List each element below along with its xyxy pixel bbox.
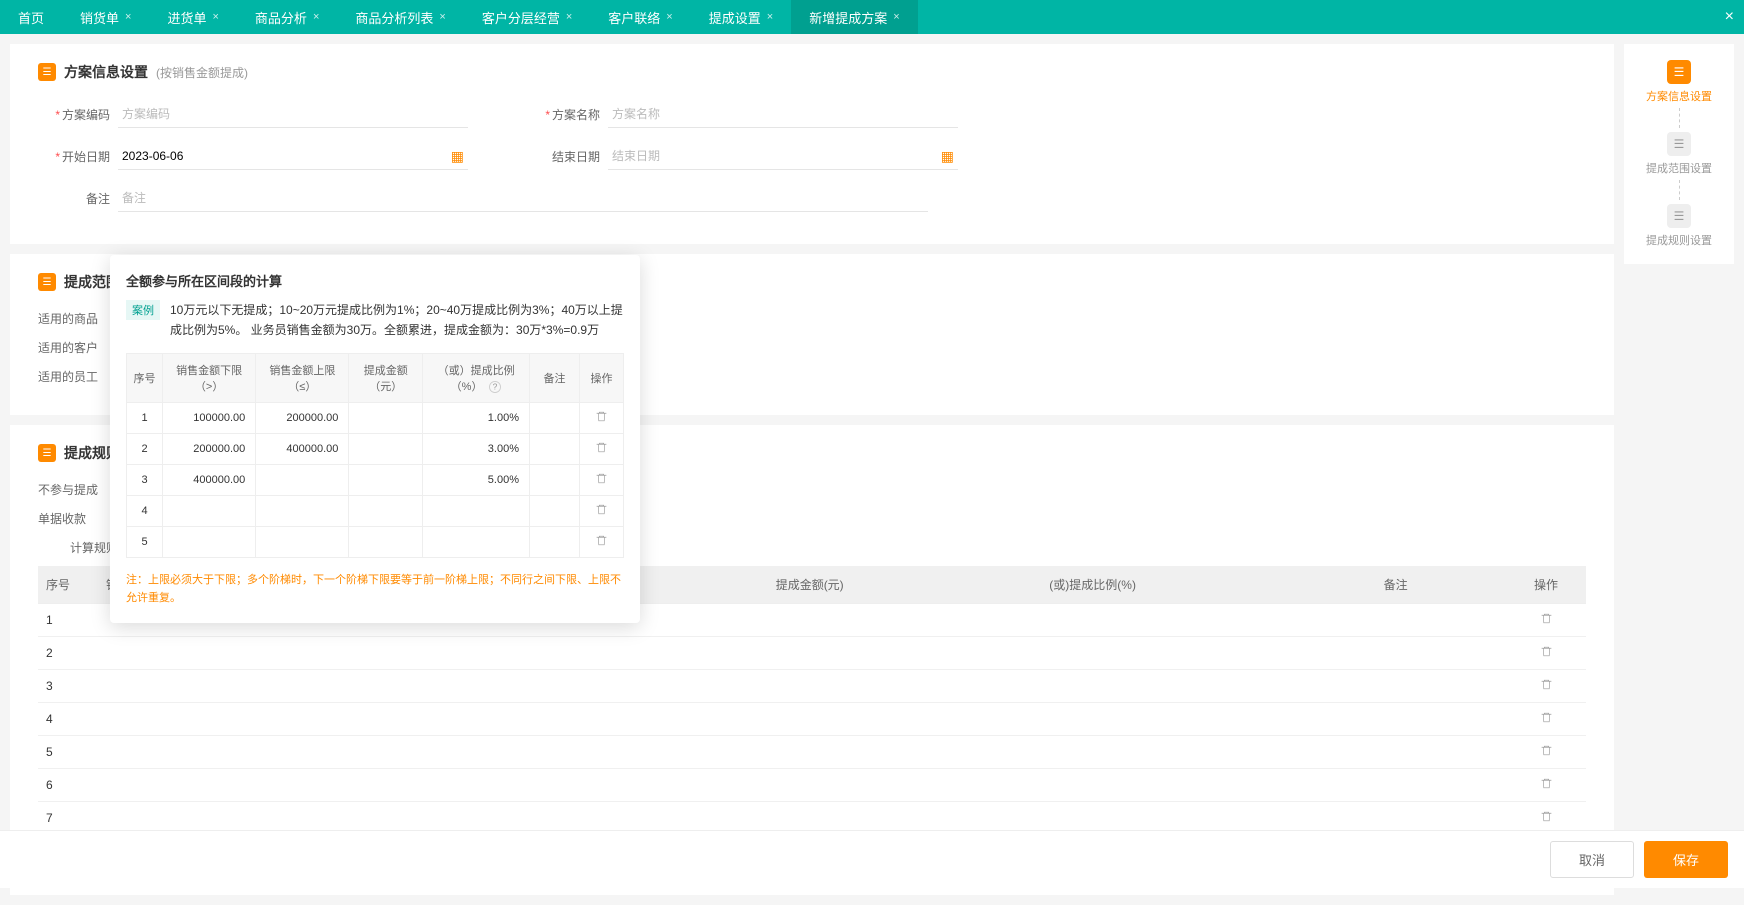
pcol-seq: 序号 [127,353,163,403]
anchor-rule[interactable]: ☰ 提成规则设置 [1646,204,1712,248]
delete-icon[interactable] [1540,646,1553,661]
popup-note: 注：上限必须大于下限；多个阶梯时，下一个阶梯下限要等于前一阶梯上限；不同行之间下… [126,572,624,607]
close-icon[interactable]: × [666,11,672,23]
tab-add-commission-plan[interactable]: 新增提成方案× [791,0,917,34]
anchor-icon: ☰ [1667,60,1691,84]
remark-input[interactable] [118,184,928,212]
pcol-lower: 销售金额下限（>） [163,353,256,403]
table-row[interactable]: 6 [38,769,1586,802]
pcol-ratio: （或）提成比例（%） ? [423,353,530,403]
panel-icon: ☰ [38,273,56,291]
panel-plan-info: ☰ 方案信息设置 (按销售金额提成) *方案编码 *方案名称 *开始日期 [10,44,1614,244]
calculation-help-popup: 全额参与所在区间段的计算 案例 10万元以下无提成；10~20万元提成比例为1%… [110,255,640,623]
col-remark: 备注 [1376,566,1506,604]
panel-title: 方案信息设置 [64,62,148,82]
delete-icon[interactable] [595,504,608,519]
tab-customer-tier[interactable]: 客户分层经营× [464,0,590,34]
col-action: 操作 [1506,566,1586,604]
footer-bar: 取消 保存 [0,830,1744,888]
popup-example-table: 序号 销售金额下限（>） 销售金额上限（≤） 提成金额（元） （或）提成比例（%… [126,353,624,559]
table-row: 1100000.00200000.001.00% [127,403,624,434]
panel-subtitle: (按销售金额提成) [156,64,248,81]
pcol-amount: 提成金额（元） [349,353,423,403]
popup-title: 全额参与所在区间段的计算 [126,271,624,290]
delete-icon[interactable] [1540,679,1553,694]
example-tag: 案例 [126,300,160,320]
col-amount: 提成金额(元) [768,566,1042,604]
delete-icon[interactable] [1540,613,1553,628]
close-icon[interactable]: × [893,11,899,23]
tab-sales-order[interactable]: 销货单× [62,0,149,34]
delete-icon[interactable] [595,473,608,488]
tab-product-analysis-list[interactable]: 商品分析列表× [337,0,463,34]
panel-icon: ☰ [38,63,56,81]
end-date-input[interactable] [608,142,958,170]
example-text: 10万元以下无提成；10~20万元提成比例为1%；20~40万提成比例为3%；4… [170,300,624,341]
anchor-icon: ☰ [1667,204,1691,228]
tab-customer-contact[interactable]: 客户联络× [590,0,690,34]
anchor-plan-info[interactable]: ☰ 方案信息设置 [1646,60,1712,104]
start-date-input[interactable] [118,142,468,170]
delete-icon[interactable] [595,442,608,457]
close-icon[interactable]: × [125,11,131,23]
delete-icon[interactable] [595,535,608,550]
plan-name-label: *方案名称 [528,106,608,123]
save-button[interactable]: 保存 [1644,841,1728,878]
pcol-action: 操作 [580,353,624,403]
panel-icon: ☰ [38,444,56,462]
end-date-label: 结束日期 [528,148,608,165]
tabs-bar: 首页 销货单× 进货单× 商品分析× 商品分析列表× 客户分层经营× 客户联络×… [0,0,1744,34]
start-date-label: *开始日期 [38,148,118,165]
delete-icon[interactable] [595,411,608,426]
tab-commission-settings[interactable]: 提成设置× [691,0,791,34]
delete-icon[interactable] [1540,811,1553,826]
close-icon[interactable]: × [212,11,218,23]
tab-home[interactable]: 首页 [0,0,62,34]
delete-icon[interactable] [1540,712,1553,727]
anchor-connector [1679,180,1680,200]
table-row[interactable]: 3 [38,670,1586,703]
calc-rule-label: 计算规则 [38,539,118,556]
remark-label: 备注 [38,190,118,207]
tab-purchase-order[interactable]: 进货单× [149,0,236,34]
anchor-nav: ☰ 方案信息设置 ☰ 提成范围设置 ☰ 提成规则设置 [1624,44,1734,264]
plan-code-input[interactable] [118,100,468,128]
pcol-upper: 销售金额上限（≤） [256,353,349,403]
cancel-button[interactable]: 取消 [1550,841,1634,878]
delete-icon[interactable] [1540,778,1553,793]
table-row[interactable]: 4 [38,703,1586,736]
table-row[interactable]: 2 [38,637,1586,670]
col-seq: 序号 [38,566,98,604]
table-row[interactable]: 5 [38,736,1586,769]
table-row: 4 [127,496,624,527]
close-all-icon[interactable]: × [1725,0,1734,34]
close-icon[interactable]: × [439,11,445,23]
tab-product-analysis[interactable]: 商品分析× [237,0,337,34]
anchor-scope[interactable]: ☰ 提成范围设置 [1646,132,1712,176]
table-row: 5 [127,527,624,558]
col-ratio: (或)提成比例(%) [1041,566,1375,604]
close-icon[interactable]: × [313,11,319,23]
help-icon[interactable]: ? [489,381,501,393]
anchor-icon: ☰ [1667,132,1691,156]
plan-code-label: *方案编码 [38,106,118,123]
close-icon[interactable]: × [767,11,773,23]
anchor-connector [1679,108,1680,128]
delete-icon[interactable] [1540,745,1553,760]
plan-name-input[interactable] [608,100,958,128]
close-icon[interactable]: × [566,11,572,23]
table-row: 3400000.005.00% [127,465,624,496]
table-row: 2200000.00400000.003.00% [127,434,624,465]
pcol-remark: 备注 [530,353,580,403]
